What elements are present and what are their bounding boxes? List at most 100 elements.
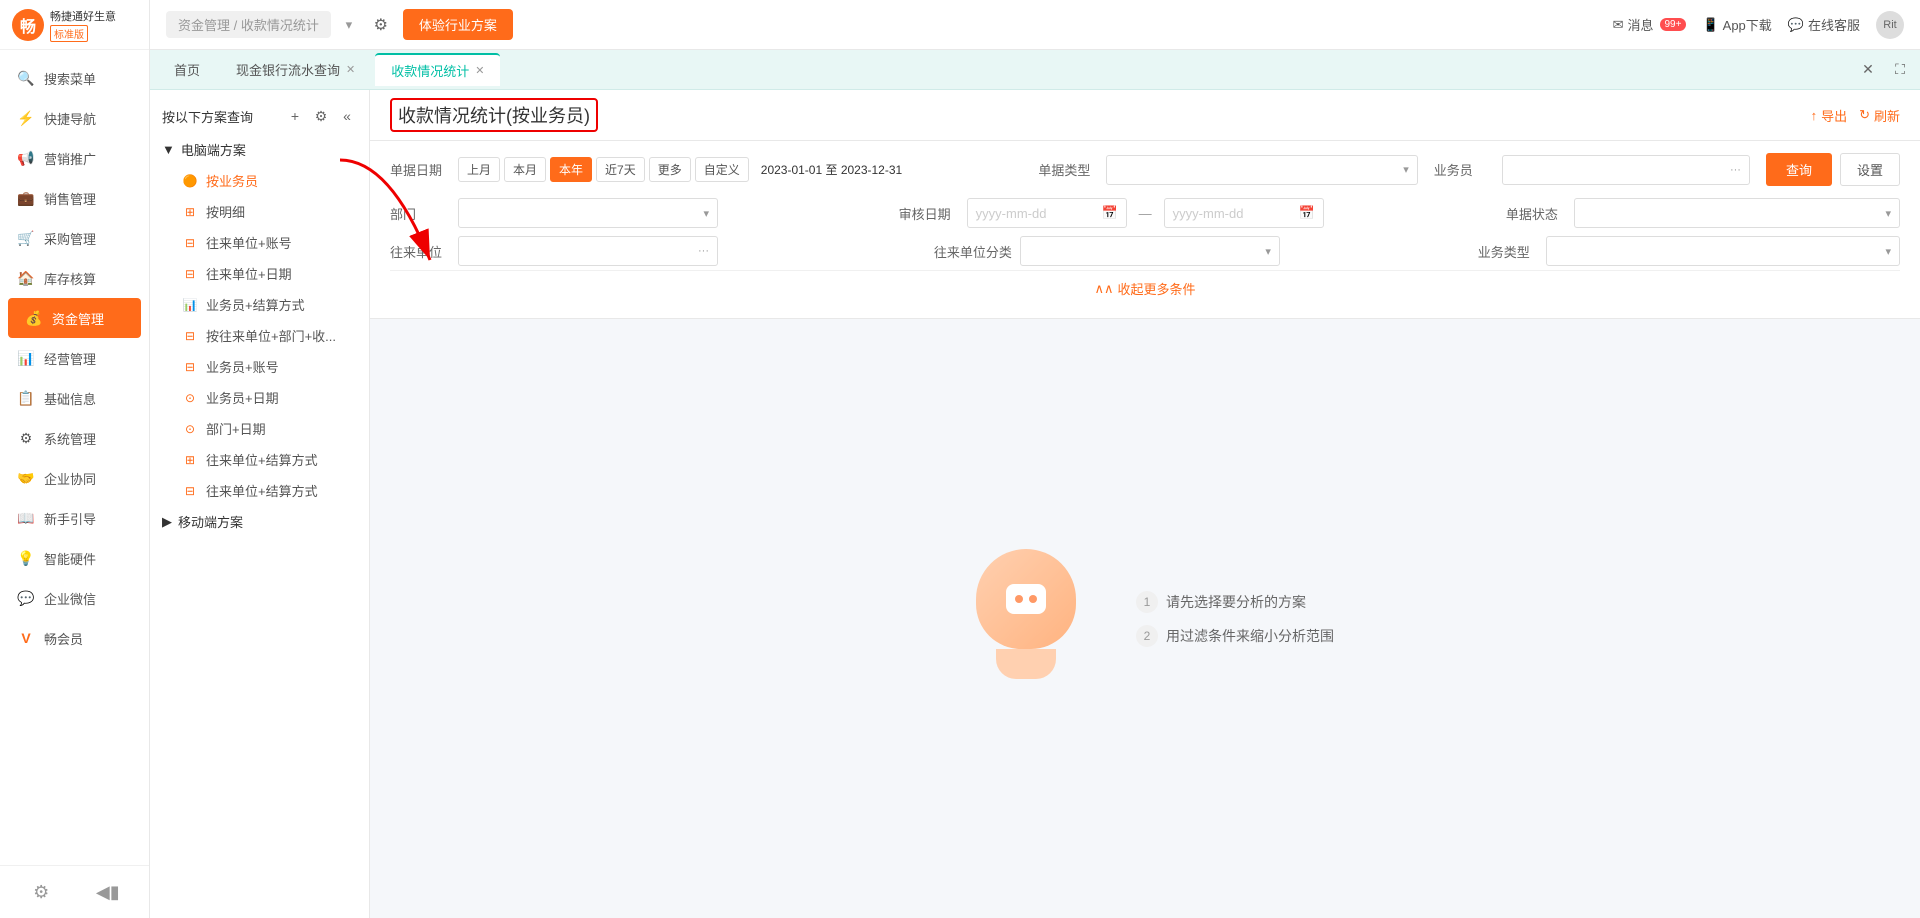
status-select[interactable]: ▾ xyxy=(1574,198,1900,228)
smart-hw-icon: 💡 xyxy=(16,548,36,568)
hint-item-2: 2 用过滤条件来缩小分析范围 xyxy=(1136,625,1334,647)
tab-collection-close[interactable]: ✕ xyxy=(475,64,484,77)
refresh-btn[interactable]: ↻ 刷新 xyxy=(1859,106,1900,125)
sidebar-item-enterprise[interactable]: 🤝 企业协同 xyxy=(0,458,149,498)
search-row-3: 往来单位 ··· 往来单位分类 ▾ xyxy=(390,236,1900,266)
sidebar-item-operation[interactable]: 📊 经营管理 xyxy=(0,338,149,378)
sidebar-item-marketing[interactable]: 📢 营销推广 xyxy=(0,138,149,178)
tab-bar: 首页 现金银行流水查询 ✕ 收款情况统计 ✕ ✕ ⛶ xyxy=(150,50,1920,90)
collapse-bar[interactable]: ∧∧ 收起更多条件 xyxy=(390,270,1900,306)
app-download-action[interactable]: 📱 App下载 xyxy=(1702,15,1771,34)
query-button[interactable]: 查询 xyxy=(1766,153,1832,186)
wechat-icon: 💬 xyxy=(16,588,36,608)
tab-bank-close[interactable]: ✕ xyxy=(346,63,355,76)
message-action[interactable]: ✉ 消息 99+ xyxy=(1613,15,1687,34)
scheme-item-partner-dept[interactable]: ⊟ 按往来单位+部门+收... xyxy=(162,320,369,351)
system-icon: ⚙ xyxy=(16,428,36,448)
service-action[interactable]: 💬 在线客服 xyxy=(1788,15,1860,34)
partner-category-field: 往来单位分类 ▾ xyxy=(934,236,1462,266)
partner-select[interactable]: ··· xyxy=(458,236,718,266)
review-date-end[interactable]: yyyy-mm-dd 📅 xyxy=(1164,198,1324,228)
scheme-panel-header: 按以下方案查询 + ⚙ « xyxy=(150,102,369,134)
type-field: 单据类型 ▾ xyxy=(1038,155,1417,185)
salesman-select[interactable]: ··· xyxy=(1502,155,1750,185)
content-area: 1 请先选择要分析的方案 2 用过滤条件来缩小分析范围 xyxy=(370,319,1920,918)
type-select[interactable]: ▾ xyxy=(1106,155,1417,185)
header-settings-icon[interactable]: ⚙ xyxy=(367,11,395,39)
dept-select[interactable]: ▾ xyxy=(458,198,718,228)
sidebar-item-system[interactable]: ⚙ 系统管理 xyxy=(0,418,149,458)
scheme-item-salesman-settle[interactable]: 📊 业务员+结算方式 xyxy=(162,289,369,320)
logo-icon: 畅 xyxy=(12,9,44,41)
settings-button[interactable]: 设置 xyxy=(1840,153,1900,186)
partner-category-label: 往来单位分类 xyxy=(934,242,1012,261)
date-btn-7days[interactable]: 近7天 xyxy=(596,157,645,182)
app-icon: 📱 xyxy=(1702,17,1718,33)
guide-icon: 📖 xyxy=(16,508,36,528)
sidebar-item-purchase[interactable]: 🛒 采购管理 xyxy=(0,218,149,258)
partner-date-icon: ⊟ xyxy=(182,266,198,282)
scheme-add-btn[interactable]: + xyxy=(285,106,305,126)
partner-field: 往来单位 ··· xyxy=(390,236,918,266)
scheme-item-partner-account[interactable]: ⊟ 往来单位+账号 xyxy=(162,227,369,258)
date-btn-cur-year[interactable]: 本年 xyxy=(550,157,592,182)
sidebar-item-finance[interactable]: 💰 资金管理 xyxy=(8,298,141,338)
sales-icon: 💼 xyxy=(16,188,36,208)
logo-text: 畅捷通好生意 xyxy=(50,8,116,24)
salesman-settle-icon: 📊 xyxy=(182,297,198,313)
tab-close-all-btn[interactable]: ✕ xyxy=(1856,58,1880,82)
sidebar-item-sales[interactable]: 💼 销售管理 xyxy=(0,178,149,218)
empty-illustration xyxy=(956,549,1096,689)
scheme-item-salesman-date[interactable]: ⊙ 业务员+日期 xyxy=(162,382,369,413)
sidebar-item-basic-info[interactable]: 📋 基础信息 xyxy=(0,378,149,418)
search-area: 单据日期 上月 本月 本年 近7天 更多 自定义 2023-01-01 至 20… xyxy=(370,141,1920,319)
calendar-icon-1: 📅 xyxy=(1101,205,1117,221)
sidebar-settings-btn[interactable]: ⚙ xyxy=(12,878,71,906)
scheme-item-by-salesman[interactable]: 🟠 按业务员 xyxy=(162,165,369,196)
user-avatar[interactable]: Rit xyxy=(1876,11,1904,39)
sidebar-item-search-menu[interactable]: 🔍 搜索菜单 xyxy=(0,58,149,98)
review-date-field: 审核日期 yyyy-mm-dd 📅 — yyyy-mm-dd 📅 xyxy=(899,198,1490,228)
trial-button[interactable]: 体验行业方案 xyxy=(403,9,513,40)
scheme-item-by-detail[interactable]: ⊞ 按明细 xyxy=(162,196,369,227)
salesman-date-icon: ⊙ xyxy=(182,390,198,406)
search-row-1: 单据日期 上月 本月 本年 近7天 更多 自定义 2023-01-01 至 20… xyxy=(390,153,1900,186)
sidebar-item-guide[interactable]: 📖 新手引导 xyxy=(0,498,149,538)
tab-home[interactable]: 首页 xyxy=(158,54,216,85)
scheme-collapse-btn[interactable]: « xyxy=(337,106,357,126)
date-label: 单据日期 xyxy=(390,160,450,179)
status-label: 单据状态 xyxy=(1506,204,1566,223)
tab-collection[interactable]: 收款情况统计 ✕ xyxy=(375,53,500,86)
scheme-item-partner-settle2[interactable]: ⊟ 往来单位+结算方式 xyxy=(162,475,369,506)
sidebar-item-wechat[interactable]: 💬 企业微信 xyxy=(0,578,149,618)
dropdown-arrow[interactable]: ▾ xyxy=(339,15,359,35)
date-btn-more[interactable]: 更多 xyxy=(649,157,691,182)
scheme-category-mobile[interactable]: ▶ 移动端方案 xyxy=(150,506,369,537)
sidebar-item-member[interactable]: V 畅会员 xyxy=(0,618,149,658)
tab-expand-btn[interactable]: ⛶ xyxy=(1888,58,1912,82)
tab-bank[interactable]: 现金银行流水查询 ✕ xyxy=(220,54,371,85)
export-btn[interactable]: ↑ 导出 xyxy=(1811,106,1848,125)
scheme-item-partner-settle1[interactable]: ⊞ 往来单位+结算方式 xyxy=(162,444,369,475)
scheme-item-partner-date[interactable]: ⊟ 往来单位+日期 xyxy=(162,258,369,289)
scheme-item-salesman-account[interactable]: ⊟ 业务员+账号 xyxy=(162,351,369,382)
scheme-category-desktop[interactable]: ▼ 电脑端方案 xyxy=(150,134,369,165)
date-btn-custom[interactable]: 自定义 xyxy=(695,157,749,182)
business-type-select[interactable]: ▾ xyxy=(1546,236,1900,266)
sidebar-item-inventory[interactable]: 🏠 库存核算 xyxy=(0,258,149,298)
scheme-settings-btn[interactable]: ⚙ xyxy=(311,106,331,126)
sidebar-item-smart-hw[interactable]: 💡 智能硬件 xyxy=(0,538,149,578)
scheme-item-dept-date[interactable]: ⊙ 部门+日期 xyxy=(162,413,369,444)
right-panel: 收款情况统计(按业务员) ↑ 导出 ↻ 刷新 xyxy=(370,90,1920,918)
review-date-start[interactable]: yyyy-mm-dd 📅 xyxy=(967,198,1127,228)
dept-date-icon: ⊙ xyxy=(182,421,198,437)
sidebar-item-quick-nav[interactable]: ⚡ 快捷导航 xyxy=(0,98,149,138)
partner-category-select[interactable]: ▾ xyxy=(1020,236,1280,266)
date-btn-prev-month[interactable]: 上月 xyxy=(458,157,500,182)
type-label: 单据类型 xyxy=(1038,160,1098,179)
date-btn-cur-month[interactable]: 本月 xyxy=(504,157,546,182)
top-header: 资金管理 / 收款情况统计 ▾ ⚙ 体验行业方案 ✉ 消息 99+ 📱 App下… xyxy=(150,0,1920,50)
scheme-category-mobile-label: 移动端方案 xyxy=(178,512,243,531)
sidebar-collapse-btn[interactable]: ◀▮ xyxy=(79,878,138,906)
salesman-label: 业务员 xyxy=(1434,160,1494,179)
